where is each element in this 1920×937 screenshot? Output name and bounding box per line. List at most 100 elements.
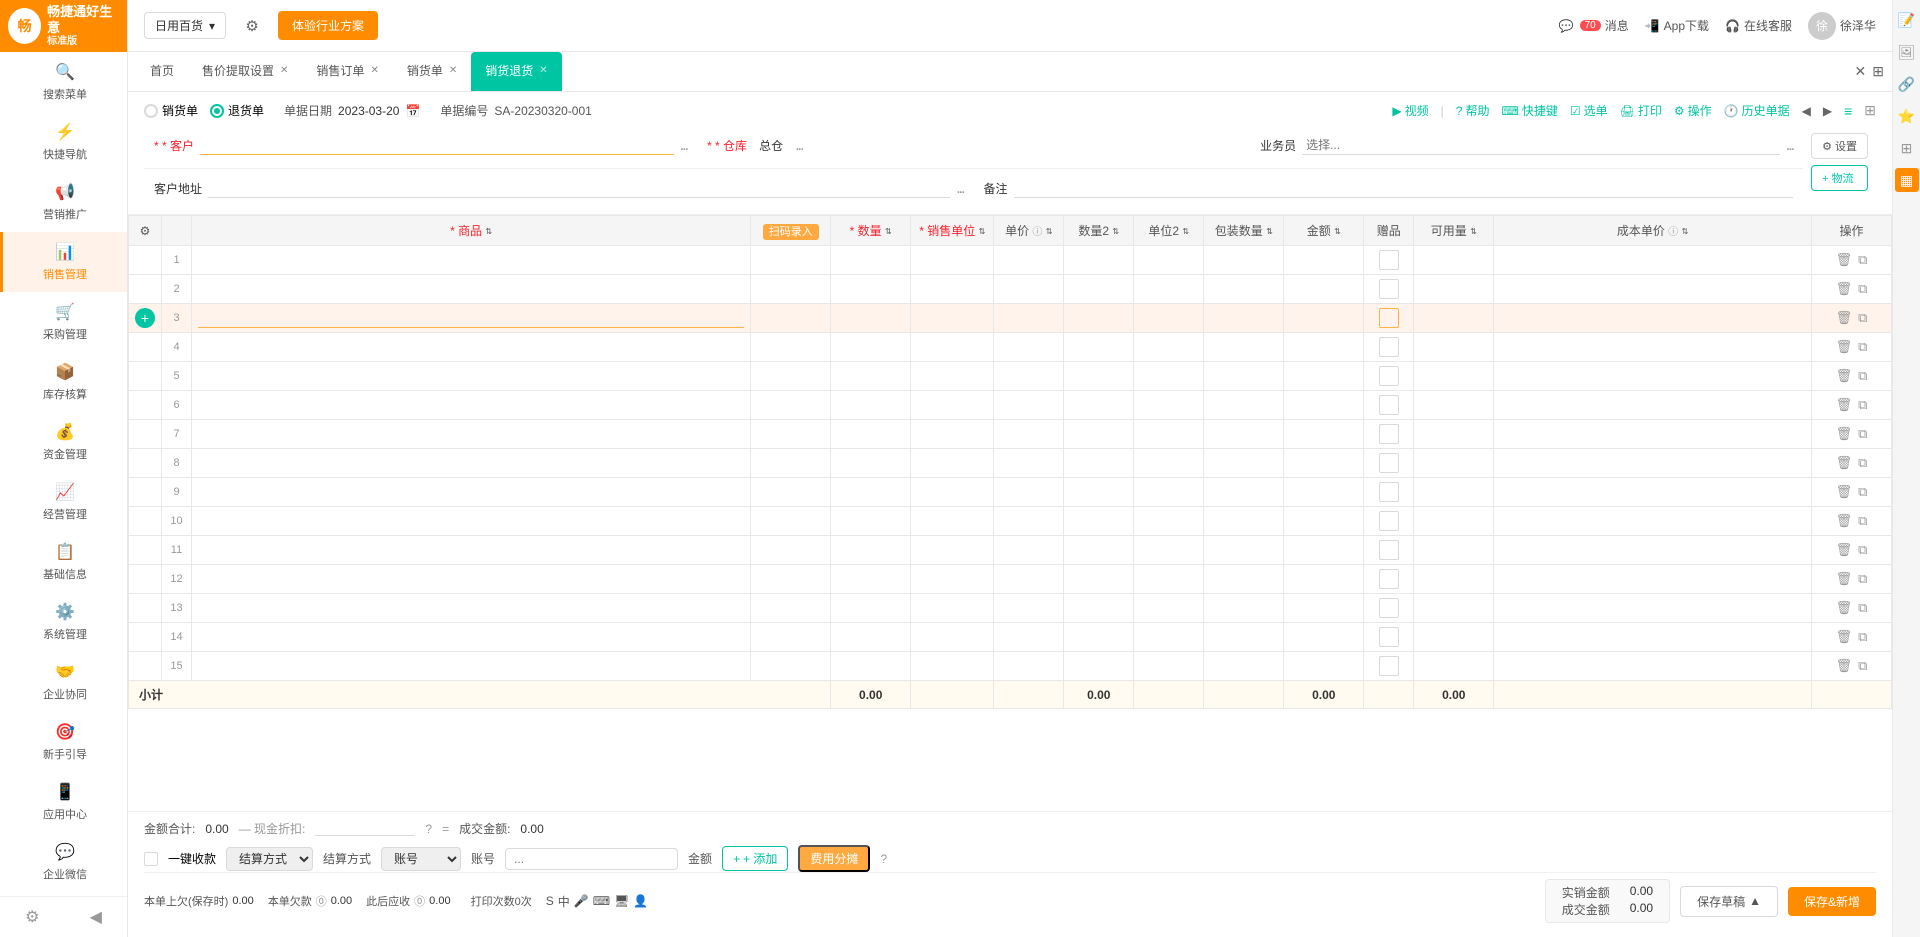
quantity2-cell[interactable] <box>1064 333 1134 362</box>
copy-row-btn[interactable]: ⧉ <box>1858 310 1867 326</box>
gift-cell[interactable] <box>1364 304 1414 333</box>
salesperson-input[interactable] <box>1302 136 1780 155</box>
gift-checkbox[interactable] <box>1379 366 1399 386</box>
tab-home[interactable]: 首页 <box>136 52 188 91</box>
add-row-btn[interactable]: + <box>135 308 155 328</box>
quantity2-cell[interactable] <box>1064 246 1134 275</box>
radio-sales[interactable]: 销货单 <box>144 102 198 119</box>
pack-qty-cell[interactable] <box>1204 623 1284 652</box>
right-panel-grid[interactable]: ⊞ <box>1895 136 1919 160</box>
unit-cell[interactable] <box>911 304 994 333</box>
unit-cell[interactable] <box>911 623 994 652</box>
gift-checkbox[interactable] <box>1379 627 1399 647</box>
unit2-cell[interactable] <box>1134 362 1204 391</box>
quantity-cell[interactable] <box>831 652 911 681</box>
cost-price-cell[interactable] <box>1494 420 1812 449</box>
available-cell[interactable] <box>1414 362 1494 391</box>
quantity-cell[interactable] <box>831 391 911 420</box>
sidebar-item-operation[interactable]: 📈 经营管理 <box>0 472 127 532</box>
delete-row-btn[interactable]: 🗑 <box>1836 455 1853 471</box>
cost-price-cell[interactable] <box>1494 565 1812 594</box>
gift-cell[interactable] <box>1364 565 1414 594</box>
product-cell[interactable] <box>192 275 751 304</box>
address-dots-btn[interactable]: ... <box>956 180 963 198</box>
cost-price-cell[interactable] <box>1494 391 1812 420</box>
gift-cell[interactable] <box>1364 507 1414 536</box>
unit-cell[interactable] <box>911 420 994 449</box>
cost-price-cell[interactable] <box>1494 623 1812 652</box>
daily-selector[interactable]: 日用百货 ▾ <box>144 12 226 39</box>
amount-cell[interactable] <box>1284 362 1364 391</box>
amount-cell[interactable] <box>1284 275 1364 304</box>
product-cell[interactable] <box>192 565 751 594</box>
quantity2-cell[interactable] <box>1064 420 1134 449</box>
copy-row-btn[interactable]: ⧉ <box>1858 397 1867 413</box>
product-cell[interactable] <box>192 449 751 478</box>
quantity-sort-icon[interactable]: ⇅ <box>885 227 892 236</box>
gift-checkbox[interactable] <box>1379 540 1399 560</box>
person-icon[interactable]: 👤 <box>633 894 648 908</box>
gift-cell[interactable] <box>1364 536 1414 565</box>
cost-price-cell[interactable] <box>1494 449 1812 478</box>
unit2-cell[interactable] <box>1134 246 1204 275</box>
delete-row-btn[interactable]: 🗑 <box>1836 339 1853 355</box>
product-cell[interactable] <box>192 420 751 449</box>
delete-row-btn[interactable]: 🗑 <box>1836 542 1853 558</box>
th-barcode[interactable]: 扫码录入 <box>751 216 831 246</box>
available-cell[interactable] <box>1414 565 1494 594</box>
unit2-cell[interactable] <box>1134 275 1204 304</box>
product-input[interactable] <box>198 309 744 328</box>
help-btn[interactable]: ? 帮助 <box>1456 102 1490 119</box>
unit-cell[interactable] <box>911 333 994 362</box>
quantity2-cell[interactable] <box>1064 304 1134 333</box>
copy-row-btn[interactable]: ⧉ <box>1858 455 1867 471</box>
copy-row-btn[interactable]: ⧉ <box>1858 629 1867 645</box>
product-cell[interactable] <box>192 478 751 507</box>
quantity2-cell[interactable] <box>1064 478 1134 507</box>
pack-qty-cell[interactable] <box>1204 304 1284 333</box>
quantity-cell[interactable] <box>831 478 911 507</box>
quantity2-cell[interactable] <box>1064 507 1134 536</box>
amount-cell[interactable] <box>1284 333 1364 362</box>
app-download-item[interactable]: 📲 App下载 <box>1645 17 1709 34</box>
gift-cell[interactable] <box>1364 391 1414 420</box>
tab-close-sales-delivery[interactable]: ✕ <box>449 65 457 76</box>
form-logistics-btn[interactable]: + 物流 <box>1811 165 1868 191</box>
list-view-icon[interactable]: ≡ <box>1844 103 1852 119</box>
copy-row-btn[interactable]: ⧉ <box>1858 368 1867 384</box>
product-cell[interactable] <box>192 362 751 391</box>
price-cell[interactable] <box>994 594 1064 623</box>
sidebar-item-app-center[interactable]: 📱 应用中心 <box>0 772 127 832</box>
amount-cell[interactable] <box>1284 391 1364 420</box>
pack-qty-cell[interactable] <box>1204 362 1284 391</box>
gift-checkbox[interactable] <box>1379 598 1399 618</box>
delete-row-btn[interactable]: 🗑 <box>1836 513 1853 529</box>
packqty-sort-icon[interactable]: ⇅ <box>1266 227 1273 236</box>
unit-cell[interactable] <box>911 565 994 594</box>
available-cell[interactable] <box>1414 275 1494 304</box>
unit2-cell[interactable] <box>1134 478 1204 507</box>
sidebar-item-enterprise[interactable]: 🤝 企业协同 <box>0 652 127 712</box>
tab-sales-order[interactable]: 销售订单 ✕ <box>302 52 392 91</box>
amount-cell[interactable] <box>1284 507 1364 536</box>
product-cell[interactable] <box>192 246 751 275</box>
gift-cell[interactable] <box>1364 623 1414 652</box>
unit-cell[interactable] <box>911 246 994 275</box>
available-sort-icon[interactable]: ⇅ <box>1470 227 1477 236</box>
unit2-cell[interactable] <box>1134 304 1204 333</box>
amount-cell[interactable] <box>1284 420 1364 449</box>
cost-price-cell[interactable] <box>1494 478 1812 507</box>
zhongwen-icon[interactable]: 中 <box>558 893 570 910</box>
form-settings-btn[interactable]: ⚙ 设置 <box>1811 133 1868 159</box>
product-cell[interactable] <box>192 333 751 362</box>
pack-qty-cell[interactable] <box>1204 275 1284 304</box>
discount-input[interactable] <box>315 821 415 836</box>
quantity2-cell[interactable] <box>1064 449 1134 478</box>
amount-cell[interactable] <box>1284 246 1364 275</box>
qty2-sort-icon[interactable]: ⇅ <box>1112 227 1119 236</box>
available-cell[interactable] <box>1414 449 1494 478</box>
collapse-icon[interactable]: ◀ <box>90 907 102 927</box>
customer-input[interactable] <box>200 136 674 155</box>
available-cell[interactable] <box>1414 478 1494 507</box>
price-sort-icon[interactable]: ⇅ <box>1046 227 1053 236</box>
